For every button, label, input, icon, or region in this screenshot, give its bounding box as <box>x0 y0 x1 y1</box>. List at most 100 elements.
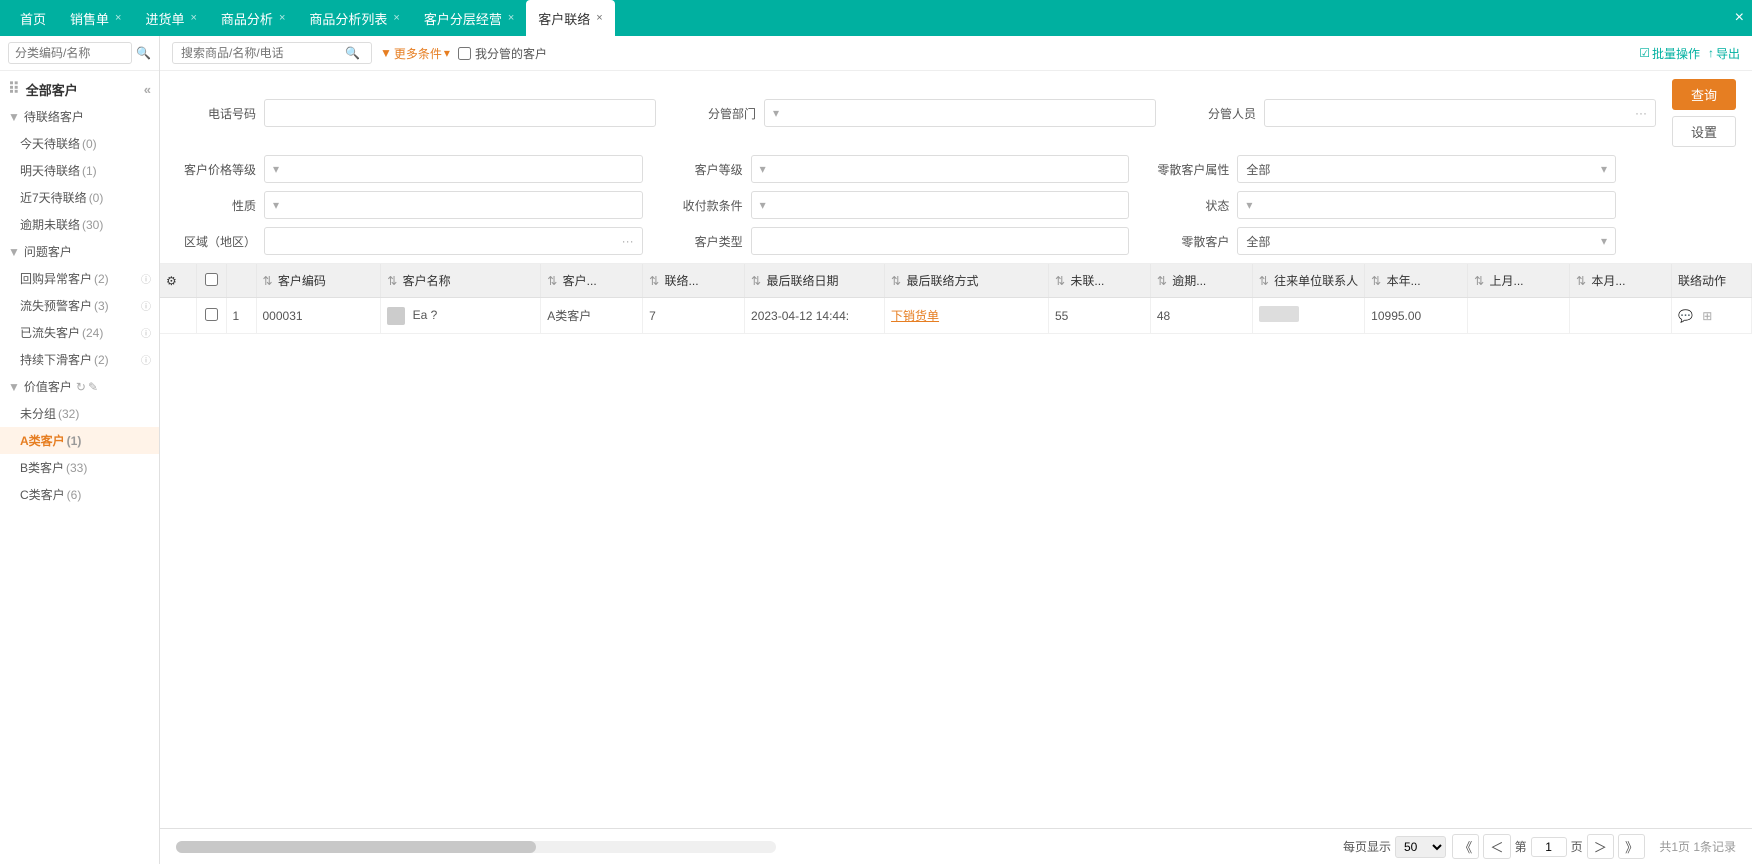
my-customers-label: 我分管的客户 <box>475 45 547 62</box>
retail-customer-input[interactable]: 全部 ▾ <box>1237 227 1616 255</box>
group-problem-label: 问题客户 <box>24 243 72 260</box>
close-segment-tab[interactable]: × <box>508 12 514 24</box>
close-sales-tab[interactable]: × <box>115 12 121 24</box>
filter-cell-phone: 电话号码 <box>176 99 656 127</box>
sort-icon-this-month: ⇅ <box>1576 274 1586 288</box>
batch-ops-btn[interactable]: ☑ 批量操作 <box>1639 45 1700 62</box>
last-page-btn[interactable]: 》 <box>1618 834 1645 859</box>
more-conditions-btn[interactable]: ▼ 更多条件 ▾ <box>380 45 450 62</box>
area-more-icon[interactable]: ··· <box>622 234 634 248</box>
sidebar-search-icon[interactable]: 🔍 <box>136 46 151 60</box>
nav-tab-purchase[interactable]: 进货单 × <box>133 0 208 36</box>
nature-label: 性质 <box>176 197 256 214</box>
export-btn[interactable]: ↑ 导出 <box>1708 45 1740 62</box>
content-area: 🔍 ▼ 更多条件 ▾ 我分管的客户 ☑ 批量操作 ↑ 导出 <box>160 36 1752 864</box>
gear-icon[interactable]: ⚙ <box>166 274 177 288</box>
area-input[interactable]: ··· <box>264 227 643 255</box>
customer-type-input[interactable] <box>751 227 1130 255</box>
last-method-link[interactable]: 下销货单 <box>891 309 939 323</box>
filter-icon: ▼ <box>380 46 392 60</box>
payment-input[interactable]: ▾ <box>751 191 1130 219</box>
filter-cell-status: 状态 ▾ <box>1149 191 1616 219</box>
customer-grade-input[interactable]: ▾ <box>751 155 1130 183</box>
sidebar-search-container: 🔍 <box>0 36 159 71</box>
status-input[interactable]: ▾ <box>1237 191 1616 219</box>
group-pending-contact[interactable]: ▼ 待联络客户 <box>0 103 159 130</box>
close-purchase-tab[interactable]: × <box>190 12 196 24</box>
sidebar-item-declining[interactable]: 持续下滑客户 (2) ⓘ <box>0 346 159 373</box>
sidebar-item-class-c[interactable]: C类客户 (6) <box>0 481 159 508</box>
row-checkbox[interactable] <box>205 308 218 321</box>
sidebar-item-tomorrow[interactable]: 明天待联络 (1) <box>0 157 159 184</box>
per-page-label: 每页显示 <box>1343 838 1391 855</box>
nature-input[interactable]: ▾ <box>264 191 643 219</box>
right-actions: ☑ 批量操作 ↑ 导出 <box>1639 45 1740 62</box>
person-more-icon[interactable]: ··· <box>1635 106 1647 120</box>
search-box: 🔍 <box>172 42 372 64</box>
window-close-button[interactable]: × <box>1735 9 1744 27</box>
person-input[interactable]: ··· <box>1264 99 1656 127</box>
my-customers-check[interactable] <box>458 47 471 60</box>
col-code: ⇅ 客户编码 <box>256 264 381 298</box>
customer-type-label: 客户类型 <box>663 233 743 250</box>
dept-input[interactable]: ▾ <box>764 99 1156 127</box>
collapse-icon[interactable]: « <box>144 82 151 97</box>
page-number-input[interactable] <box>1531 837 1567 857</box>
close-contact-tab[interactable]: × <box>596 12 602 24</box>
sort-icon-name: ⇅ <box>387 274 397 288</box>
nav-tab-product-list[interactable]: 商品分析列表 × <box>297 0 411 36</box>
prev-page-btn[interactable]: ＜ <box>1483 834 1510 859</box>
sidebar-item-churn-warning[interactable]: 流失预警客户 (3) ⓘ <box>0 292 159 319</box>
price-grade-label: 客户价格等级 <box>176 161 256 178</box>
filter-row-2: 客户价格等级 ▾ 客户等级 ▾ 零散客户属性 全部 <box>176 155 1736 183</box>
select-all-checkbox[interactable] <box>205 273 218 286</box>
sort-icon-contact: ⇅ <box>649 274 659 288</box>
nav-tab-product-analysis[interactable]: 商品分析 × <box>209 0 297 36</box>
payment-arrow: ▾ <box>760 198 766 212</box>
group-value-customers[interactable]: ▼ 价值客户 ↻ ✎ <box>0 373 159 400</box>
sidebar-item-churned[interactable]: 已流失客户 (24) ⓘ <box>0 319 159 346</box>
sidebar-item-unclassified[interactable]: 未分组 (32) <box>0 400 159 427</box>
settings-button[interactable]: 设置 <box>1672 116 1736 147</box>
per-page-select[interactable]: 50 20 100 <box>1395 836 1446 858</box>
col-gear: ⚙ <box>160 264 196 298</box>
filter-cell-price-grade: 客户价格等级 ▾ <box>176 155 643 183</box>
search-button[interactable]: 查询 <box>1672 79 1736 110</box>
price-grade-input[interactable]: ▾ <box>264 155 643 183</box>
count-declining: (2) <box>94 353 109 367</box>
next-page-btn[interactable]: ＞ <box>1587 834 1614 859</box>
main-search-input[interactable] <box>181 46 341 60</box>
phone-input[interactable] <box>264 99 656 127</box>
first-page-btn[interactable]: 《 <box>1452 834 1479 859</box>
nav-tab-customer-contact[interactable]: 客户联络 × <box>526 0 614 36</box>
count-churn-warning: (3) <box>94 299 109 313</box>
sidebar-item-class-b[interactable]: B类客户 (33) <box>0 454 159 481</box>
horizontal-scrollbar[interactable] <box>176 841 776 853</box>
edit-icon[interactable]: ✎ <box>88 380 98 394</box>
nav-tab-customer-segment[interactable]: 客户分层经营 × <box>412 0 526 36</box>
close-product-analysis-tab[interactable]: × <box>279 12 285 24</box>
sidebar-item-overdue[interactable]: 逾期未联络 (30) <box>0 211 159 238</box>
my-customers-checkbox[interactable]: 我分管的客户 <box>458 45 547 62</box>
qr-icon[interactable]: ⊞ <box>1702 309 1712 323</box>
refresh-icon[interactable]: ↻ <box>76 380 86 394</box>
sort-icon-date: ⇅ <box>751 274 761 288</box>
count-churned: (24) <box>82 326 103 340</box>
nav-tab-sales[interactable]: 销售单 × <box>58 0 133 36</box>
sidebar-item-class-a[interactable]: A类客户 (1) <box>0 427 159 454</box>
sidebar-item-today[interactable]: 今天待联络 (0) <box>0 130 159 157</box>
col-name: ⇅ 客户名称 <box>381 264 541 298</box>
retail-attr-input[interactable]: 全部 ▾ <box>1237 155 1616 183</box>
main-search-icon[interactable]: 🔍 <box>345 46 360 60</box>
nav-home[interactable]: 首页 <box>8 9 58 28</box>
table-row: 1 000031 Ea ? A类客户 7 2023-04-12 14:44: 下… <box>160 298 1752 334</box>
customer-avatar <box>387 307 405 325</box>
filter-row-1: 电话号码 分管部门 ▾ 分管人员 ··· <box>176 79 1736 147</box>
main-layout: 🔍 ⠿ 全部客户 « ▼ 待联络客户 今天待联络 (0) 明天待联络 (1) 近… <box>0 36 1752 864</box>
sidebar-item-7days[interactable]: 近7天待联络 (0) <box>0 184 159 211</box>
sidebar-search-input[interactable] <box>8 42 132 64</box>
group-problem-customers[interactable]: ▼ 问题客户 <box>0 238 159 265</box>
sidebar-item-repurchase-abnormal[interactable]: 回购异常客户 (2) ⓘ <box>0 265 159 292</box>
chat-icon[interactable]: 💬 <box>1678 309 1693 323</box>
close-product-list-tab[interactable]: × <box>393 12 399 24</box>
